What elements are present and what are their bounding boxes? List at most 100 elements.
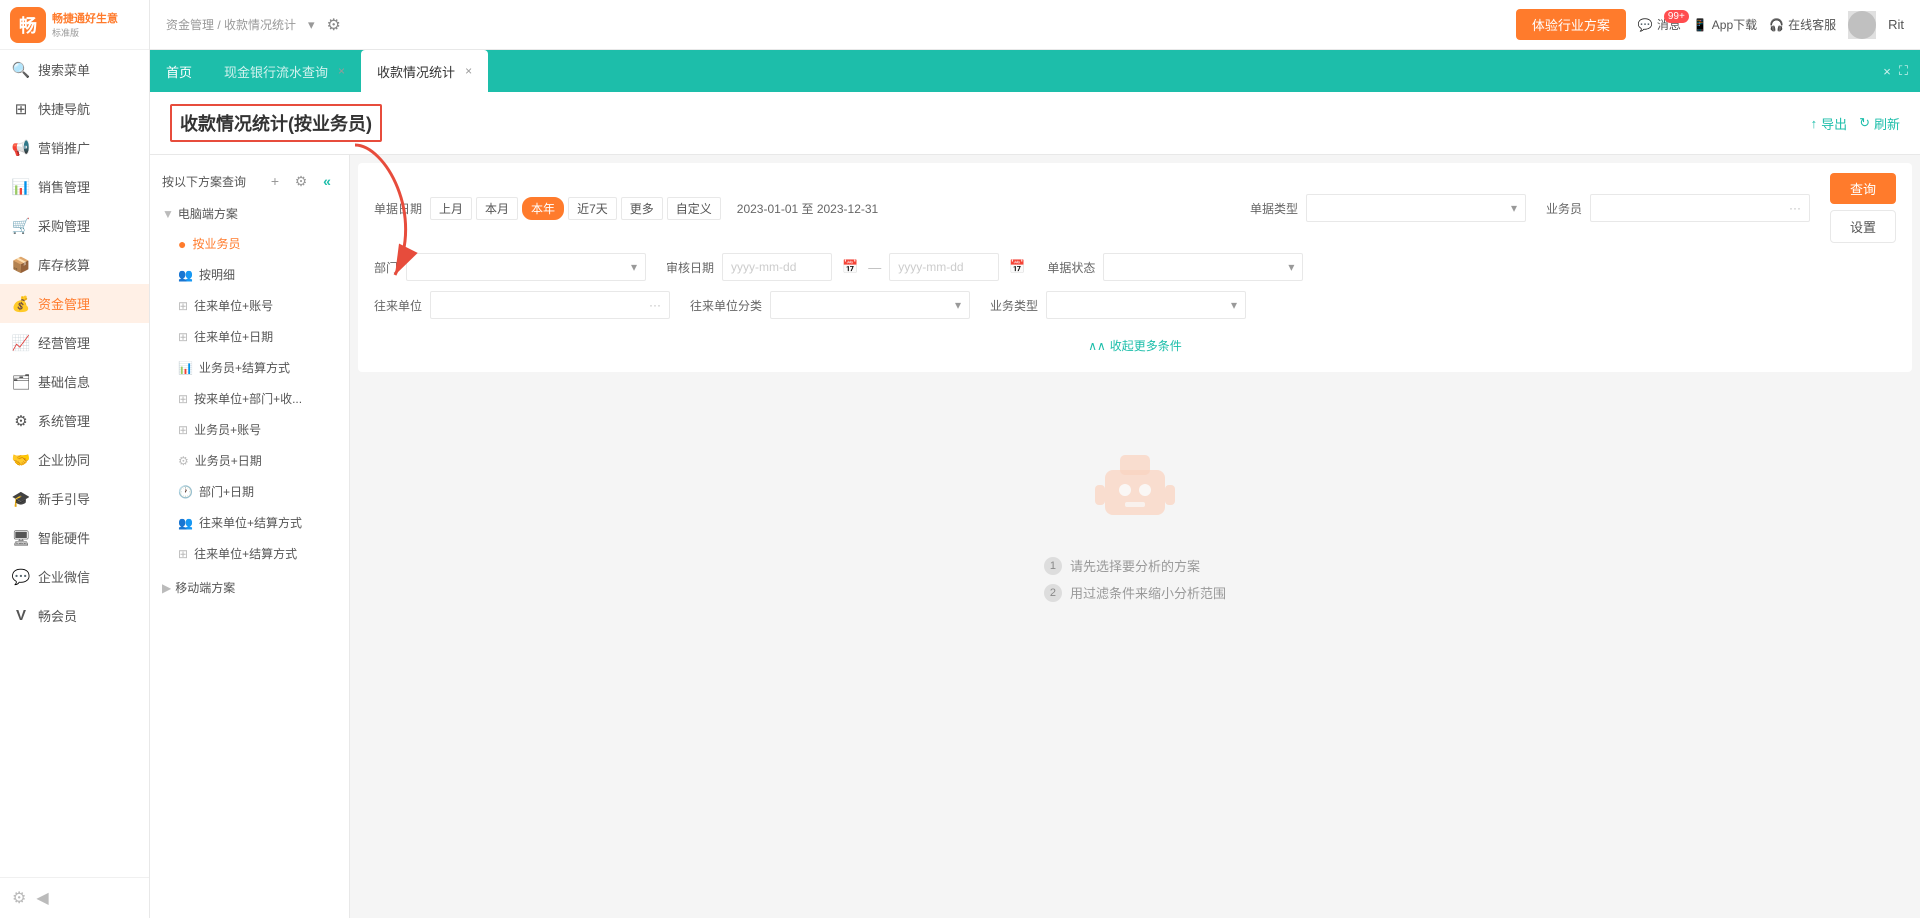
audit-date-from[interactable]: yyyy-mm-dd (722, 253, 832, 281)
salesman-select[interactable]: ··· (1590, 194, 1810, 222)
vip-icon: V (12, 607, 30, 625)
empty-tips: 1 请先选择要分析的方案 2 用过滤条件来缩小分析范围 (1044, 556, 1226, 602)
search-icon: 🔍 (12, 61, 30, 79)
system-icon: ⚙ (12, 412, 30, 430)
filter-salesman-item: 业务员 ··· (1546, 194, 1810, 222)
scheme-group-desktop-title[interactable]: ▼ 电脑端方案 (150, 199, 349, 228)
tab-close-bank[interactable]: × (338, 64, 345, 78)
audit-date-to[interactable]: yyyy-mm-dd (889, 253, 999, 281)
tab-expand[interactable]: ⛶ (1899, 63, 1908, 79)
scheme-item-salesman-account[interactable]: ⊞ 业务员+账号 (150, 414, 349, 445)
refresh-btn[interactable]: ↻ 刷新 (1859, 114, 1900, 133)
group-arrow-icon: ▼ (162, 207, 174, 221)
sidebar-item-enterprise[interactable]: 🤝 企业协同 (0, 440, 149, 479)
scheme-header: 按以下方案查询 + ⚙ « (150, 163, 349, 199)
scheme-mobile-group: ▶ 移动端方案 (150, 573, 349, 602)
page-header-actions: ↑ 导出 ↻ 刷新 (1811, 114, 1900, 133)
trial-btn[interactable]: 体验行业方案 (1516, 9, 1626, 40)
sidebar-item-system[interactable]: ⚙ 系统管理 (0, 401, 149, 440)
scheme-item-by-salesman[interactable]: ● 按业务员 (150, 228, 349, 259)
date-btn-last-month[interactable]: 上月 (430, 197, 472, 220)
voucher-type-select[interactable]: ▾ (1306, 194, 1526, 222)
sidebar-item-basic[interactable]: 🗂 基础信息 (0, 362, 149, 401)
topbar: 资金管理 / 收款情况统计 ▾ ⚙ 体验行业方案 💬 消息 99+ 📱 App下… (150, 0, 1920, 50)
headset-icon: 🎧 (1769, 18, 1784, 32)
dept-select[interactable]: ▾ (406, 253, 646, 281)
counterpart-cat-select[interactable]: ▾ (770, 291, 970, 319)
scheme-item-counterpart-settle1[interactable]: 👥 往来单位+结算方式 (150, 507, 349, 538)
tab-close-collection[interactable]: × (465, 64, 472, 78)
sidebar-item-marketing[interactable]: 📢 营销推广 (0, 128, 149, 167)
scheme-add-btn[interactable]: + (265, 171, 285, 191)
main-area: 资金管理 / 收款情况统计 ▾ ⚙ 体验行业方案 💬 消息 99+ 📱 App下… (150, 0, 1920, 918)
export-btn[interactable]: ↑ 导出 (1811, 114, 1848, 133)
sidebar-item-search[interactable]: 🔍 搜索菜单 (0, 50, 149, 89)
table-scheme-icon2: ⊞ (178, 330, 188, 344)
topbar-settings-icon[interactable]: ⚙ (327, 15, 341, 35)
sidebar-item-inventory[interactable]: 📦 库存核算 (0, 245, 149, 284)
tab-bar: 首页 现金银行流水查询 × 收款情况统计 × × ⛶ (150, 50, 1920, 92)
scheme-item-salesman-settle[interactable]: 📊 业务员+结算方式 (150, 352, 349, 383)
sidebar-item-hardware[interactable]: 🖥 智能硬件 (0, 518, 149, 557)
filter-counterpart-cat-item: 往来单位分类 ▾ (690, 291, 970, 319)
scheme-group-mobile-title[interactable]: ▶ 移动端方案 (150, 573, 349, 602)
sidebar-item-guide[interactable]: 🎓 新手引导 (0, 479, 149, 518)
user-name[interactable]: Rit (1888, 17, 1904, 32)
scheme-item-counterpart-settle2[interactable]: ⊞ 往来单位+结算方式 (150, 538, 349, 569)
collapse-icon: ∧∧ (1088, 339, 1106, 353)
calendar-from-icon[interactable]: 📅 (842, 259, 858, 275)
scheme-item-counterpart-account[interactable]: ⊞ 往来单位+账号 (150, 290, 349, 321)
sidebar-item-purchase[interactable]: 🛒 采购管理 (0, 206, 149, 245)
tab-close-all[interactable]: × (1883, 64, 1891, 79)
collapse-conditions-btn[interactable]: ∧∧ 收起更多条件 (374, 329, 1896, 362)
date-btn-more[interactable]: 更多 (621, 197, 663, 220)
sidebar-item-vip[interactable]: V 畅会员 (0, 596, 149, 635)
date-btn-this-year[interactable]: 本年 (522, 197, 564, 220)
settings-btn[interactable]: 设置 (1830, 210, 1896, 243)
query-btn[interactable]: 查询 (1830, 173, 1896, 204)
filter-audit-date-item: 审核日期 yyyy-mm-dd 📅 — yyyy-mm-dd 📅 (666, 253, 1027, 281)
sidebar-item-finance[interactable]: 💰 资金管理 (0, 284, 149, 323)
collapse-sidebar-icon[interactable]: ◀ (36, 888, 48, 908)
date-btn-this-month[interactable]: 本月 (476, 197, 518, 220)
scheme-item-counterpart-dept[interactable]: ⊞ 按来单位+部门+收... (150, 383, 349, 414)
biz-type-select[interactable]: ▾ (1046, 291, 1246, 319)
sidebar: 畅 畅捷通好生意 标准版 🔍 搜索菜单 ⊞ 快捷导航 📢 营销推广 📊 销售管理 (0, 0, 150, 918)
scheme-item-by-detail[interactable]: 👥 按明细 (150, 259, 349, 290)
inventory-icon: 📦 (12, 256, 30, 274)
enterprise-icon: 🤝 (12, 451, 30, 469)
table-scheme-icon5: ⊞ (178, 547, 188, 561)
date-btn-7days[interactable]: 近7天 (568, 197, 617, 220)
calendar-to-icon[interactable]: 📅 (1009, 259, 1025, 275)
settings-icon[interactable]: ⚙ (12, 888, 26, 908)
app-download-btn[interactable]: 📱 App下载 (1693, 16, 1757, 33)
scheme-item-salesman-date[interactable]: ⚙ 业务员+日期 (150, 445, 349, 476)
marketing-icon: 📢 (12, 139, 30, 157)
sidebar-item-operation[interactable]: 📈 经营管理 (0, 323, 149, 362)
breadcrumb-dropdown[interactable]: ▾ (308, 17, 315, 33)
date-btn-custom[interactable]: 自定义 (667, 197, 721, 220)
export-icon: ↑ (1811, 116, 1818, 131)
counterpart-dots[interactable]: ··· (649, 298, 661, 312)
sidebar-item-quicknav[interactable]: ⊞ 快捷导航 (0, 89, 149, 128)
counterpart-select[interactable]: ··· (430, 291, 670, 319)
sidebar-item-wechat[interactable]: 💬 企业微信 (0, 557, 149, 596)
tab-collection[interactable]: 收款情况统计 × (361, 50, 488, 92)
online-service-btn[interactable]: 🎧 在线客服 (1769, 16, 1836, 33)
salesman-dots[interactable]: ··· (1789, 201, 1801, 215)
scheme-item-counterpart-date[interactable]: ⊞ 往来单位+日期 (150, 321, 349, 352)
scheme-settings-btn[interactable]: ⚙ (291, 171, 311, 191)
tab-bank[interactable]: 现金银行流水查询 × (208, 50, 361, 92)
message-btn[interactable]: 💬 消息 99+ (1638, 16, 1681, 33)
dept-arrow: ▾ (631, 260, 637, 274)
sidebar-item-sales[interactable]: 📊 销售管理 (0, 167, 149, 206)
tab-home[interactable]: 首页 (150, 50, 208, 92)
avatar[interactable] (1848, 11, 1876, 39)
biz-type-arrow: ▾ (1231, 298, 1237, 312)
scheme-collapse-btn[interactable]: « (317, 171, 337, 191)
table-scheme-icon3: ⊞ (178, 392, 188, 406)
hardware-icon: 🖥 (12, 529, 30, 547)
voucher-status-select[interactable]: ▾ (1103, 253, 1303, 281)
mobile-group-arrow-icon: ▶ (162, 581, 171, 595)
scheme-item-dept-date[interactable]: 🕐 部门+日期 (150, 476, 349, 507)
